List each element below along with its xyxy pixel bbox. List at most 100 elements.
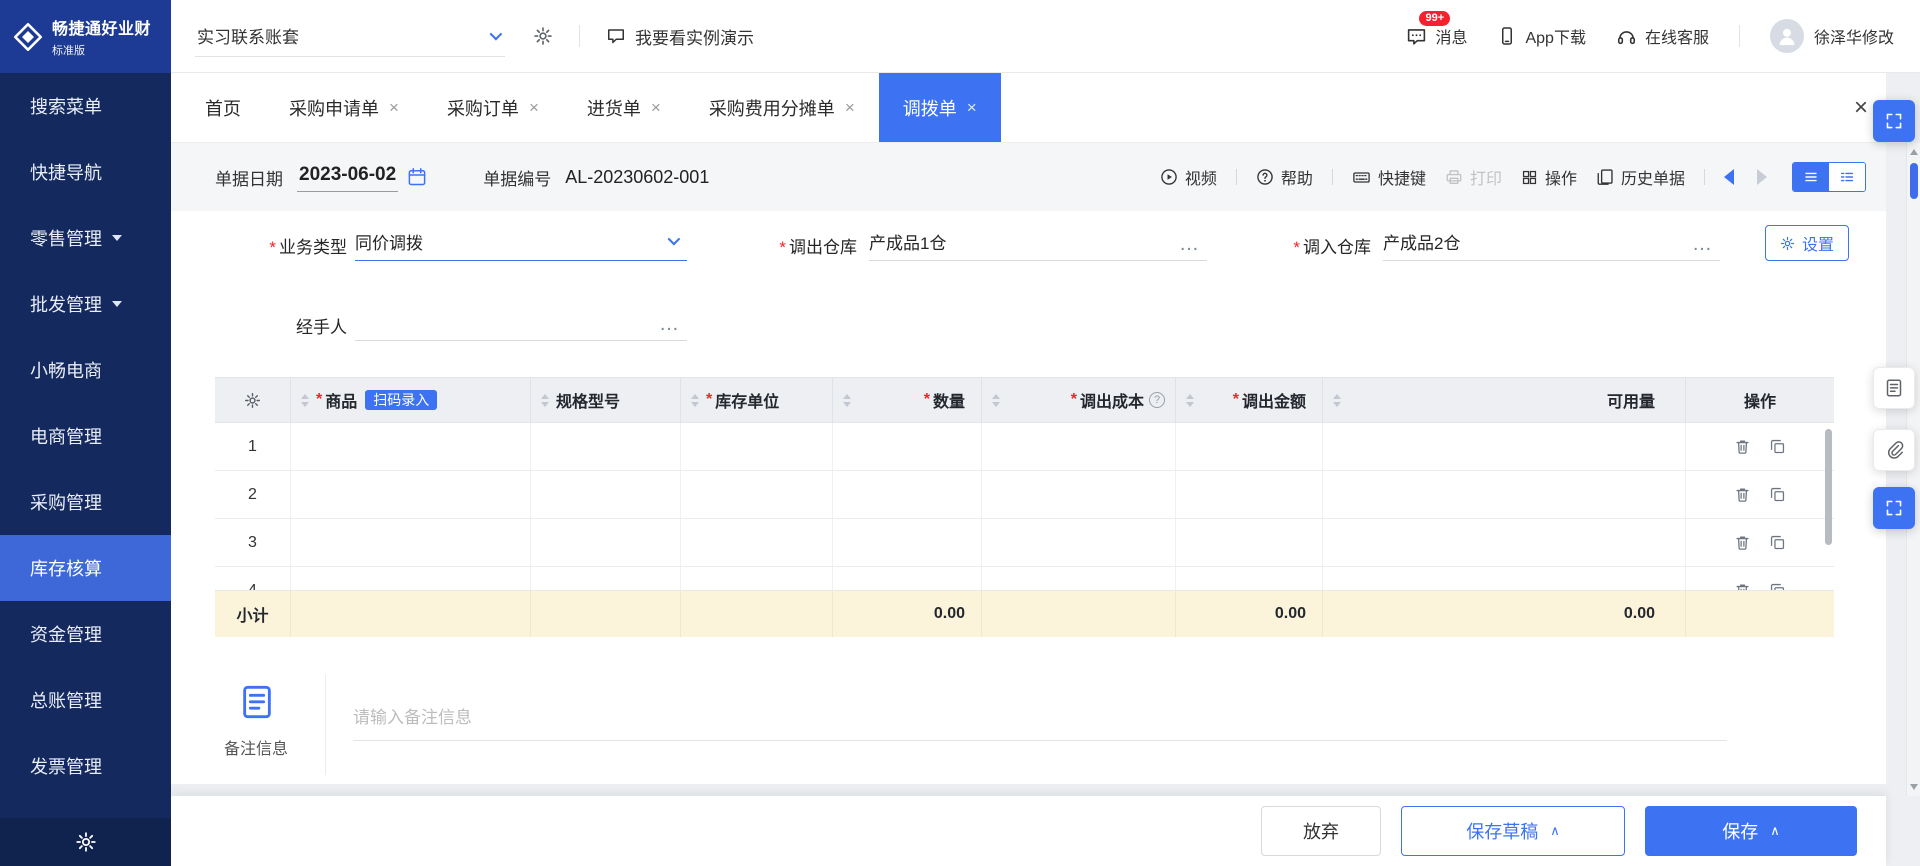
tab-close-icon[interactable]: × xyxy=(389,99,399,116)
tab-home[interactable]: 首页 xyxy=(181,73,265,142)
cell-unit[interactable] xyxy=(681,567,833,590)
scroll-up-arrow[interactable] xyxy=(1910,149,1918,155)
cell-out-cost[interactable] xyxy=(982,519,1176,566)
app-download-button[interactable]: App下载 xyxy=(1497,24,1586,48)
delete-row-icon[interactable] xyxy=(1734,534,1751,551)
gear-icon[interactable] xyxy=(244,392,261,409)
scroll-down-arrow[interactable] xyxy=(1910,784,1918,790)
tab-close-icon[interactable]: × xyxy=(967,99,977,116)
online-service-button[interactable]: 在线客服 xyxy=(1616,24,1709,48)
column-header-product[interactable]: * 商品 扫码录入 xyxy=(291,378,531,422)
sidebar-item-quick-nav[interactable]: 快捷导航 xyxy=(0,139,171,205)
cell-out-cost[interactable] xyxy=(982,567,1176,590)
sidebar-item-inventory-accounting[interactable]: 库存核算 xyxy=(0,535,171,601)
sidebar-item-general-ledger[interactable]: 总账管理 xyxy=(0,667,171,733)
info-icon[interactable]: ? xyxy=(1149,392,1165,408)
cell-qty[interactable] xyxy=(833,471,982,518)
copy-row-icon[interactable] xyxy=(1769,582,1786,591)
cell-unit[interactable] xyxy=(681,519,833,566)
in-warehouse-picker-icon[interactable]: … xyxy=(1692,234,1714,254)
out-warehouse-picker-icon[interactable]: … xyxy=(1179,234,1201,254)
sidebar-item-funds[interactable]: 资金管理 xyxy=(0,601,171,667)
tab-close-icon[interactable]: × xyxy=(845,99,855,116)
calendar-icon[interactable] xyxy=(407,167,427,187)
cell-product[interactable] xyxy=(291,567,531,590)
discard-button[interactable]: 放弃 xyxy=(1261,806,1381,856)
sidebar-item-retail[interactable]: 零售管理 xyxy=(0,205,171,271)
copy-row-icon[interactable] xyxy=(1769,486,1786,503)
sidebar-item-invoice[interactable]: 发票管理 xyxy=(0,733,171,799)
grid-column-settings[interactable] xyxy=(215,378,291,422)
print-button[interactable]: 打印 xyxy=(1445,165,1502,189)
chevron-down-icon[interactable] xyxy=(667,232,681,246)
next-doc-arrow[interactable] xyxy=(1757,169,1767,185)
handler-picker-icon[interactable]: … xyxy=(659,314,681,334)
close-icon[interactable]: × xyxy=(1854,95,1868,120)
cell-unit[interactable] xyxy=(681,471,833,518)
cell-out-amount[interactable] xyxy=(1176,519,1323,566)
hotkeys-button[interactable]: 快捷键 xyxy=(1352,165,1426,189)
remarks-input[interactable] xyxy=(353,695,1727,741)
tab-transfer-order[interactable]: 调拨单 × xyxy=(878,73,1001,142)
scrollbar-thumb[interactable] xyxy=(1910,163,1918,199)
notes-button[interactable] xyxy=(1873,367,1915,409)
sidebar-item-xiaochang-ecom[interactable]: 小畅电商 xyxy=(0,337,171,403)
account-select[interactable]: 实习联系账套 xyxy=(195,15,505,57)
list-view-button[interactable] xyxy=(1793,163,1829,191)
cell-out-cost[interactable] xyxy=(982,423,1176,470)
column-header-unit[interactable]: * 库存单位 xyxy=(681,378,833,422)
tab-purchase-order[interactable]: 采购订单 × xyxy=(423,73,563,142)
cell-spec[interactable] xyxy=(531,567,681,590)
expand-panel-button[interactable] xyxy=(1873,487,1915,529)
sort-icon[interactable] xyxy=(1186,393,1194,407)
cell-out-amount[interactable] xyxy=(1176,567,1323,590)
sort-icon[interactable] xyxy=(691,393,699,407)
tab-goods-receipt[interactable]: 进货单 × xyxy=(563,73,685,142)
sidebar-settings-button[interactable] xyxy=(0,818,171,866)
help-button[interactable]: 帮助 xyxy=(1256,165,1313,189)
copy-row-icon[interactable] xyxy=(1769,534,1786,551)
save-draft-button[interactable]: 保存草稿 ∧ xyxy=(1401,806,1625,856)
save-button[interactable]: 保存 ∧ xyxy=(1645,806,1857,856)
cell-unit[interactable] xyxy=(681,423,833,470)
column-header-out-amount[interactable]: * 调出金额 xyxy=(1176,378,1323,422)
attachment-button[interactable] xyxy=(1873,429,1915,471)
delete-row-icon[interactable] xyxy=(1734,438,1751,455)
tab-purchase-cost-allocation[interactable]: 采购费用分摊单 × xyxy=(685,73,879,142)
detail-view-button[interactable] xyxy=(1829,163,1865,191)
cell-out-amount[interactable] xyxy=(1176,423,1323,470)
sort-icon[interactable] xyxy=(992,393,1000,407)
column-header-out-cost[interactable]: * 调出成本 ? xyxy=(982,378,1176,422)
gear-icon[interactable] xyxy=(533,26,553,46)
tab-close-icon[interactable]: × xyxy=(651,99,661,116)
scan-entry-button[interactable]: 扫码录入 xyxy=(365,390,438,410)
in-warehouse-field[interactable]: 产成品2仓 … xyxy=(1383,223,1720,261)
out-warehouse-field[interactable]: 产成品1仓 … xyxy=(869,223,1207,261)
sort-icon[interactable] xyxy=(1333,393,1341,407)
user-menu[interactable]: 徐泽华修改 xyxy=(1769,19,1894,53)
column-header-available[interactable]: 可用量 xyxy=(1323,378,1686,422)
column-header-spec[interactable]: 规格型号 xyxy=(531,378,681,422)
cell-out-cost[interactable] xyxy=(982,471,1176,518)
tab-purchase-request[interactable]: 采购申请单 × xyxy=(265,73,423,142)
cell-product[interactable] xyxy=(291,519,531,566)
doc-date-value[interactable]: 2023-06-02 xyxy=(297,162,399,192)
cell-qty[interactable] xyxy=(833,423,982,470)
grid-scrollbar-thumb[interactable] xyxy=(1825,429,1832,545)
delete-row-icon[interactable] xyxy=(1734,582,1751,591)
copy-row-icon[interactable] xyxy=(1769,438,1786,455)
demo-link[interactable]: 我要看实例演示 xyxy=(606,24,754,49)
biz-type-select[interactable]: 同价调拨 xyxy=(355,223,687,261)
prev-doc-arrow[interactable] xyxy=(1724,169,1734,185)
cell-qty[interactable] xyxy=(833,567,982,590)
cell-spec[interactable] xyxy=(531,519,681,566)
cell-spec[interactable] xyxy=(531,471,681,518)
sidebar-item-purchase[interactable]: 采购管理 xyxy=(0,469,171,535)
sidebar-item-ecom[interactable]: 电商管理 xyxy=(0,403,171,469)
sort-icon[interactable] xyxy=(541,393,549,407)
tab-close-icon[interactable]: × xyxy=(529,99,539,116)
handler-field[interactable]: … xyxy=(355,303,687,341)
cell-product[interactable] xyxy=(291,423,531,470)
cell-qty[interactable] xyxy=(833,519,982,566)
column-header-qty[interactable]: * 数量 xyxy=(833,378,982,422)
